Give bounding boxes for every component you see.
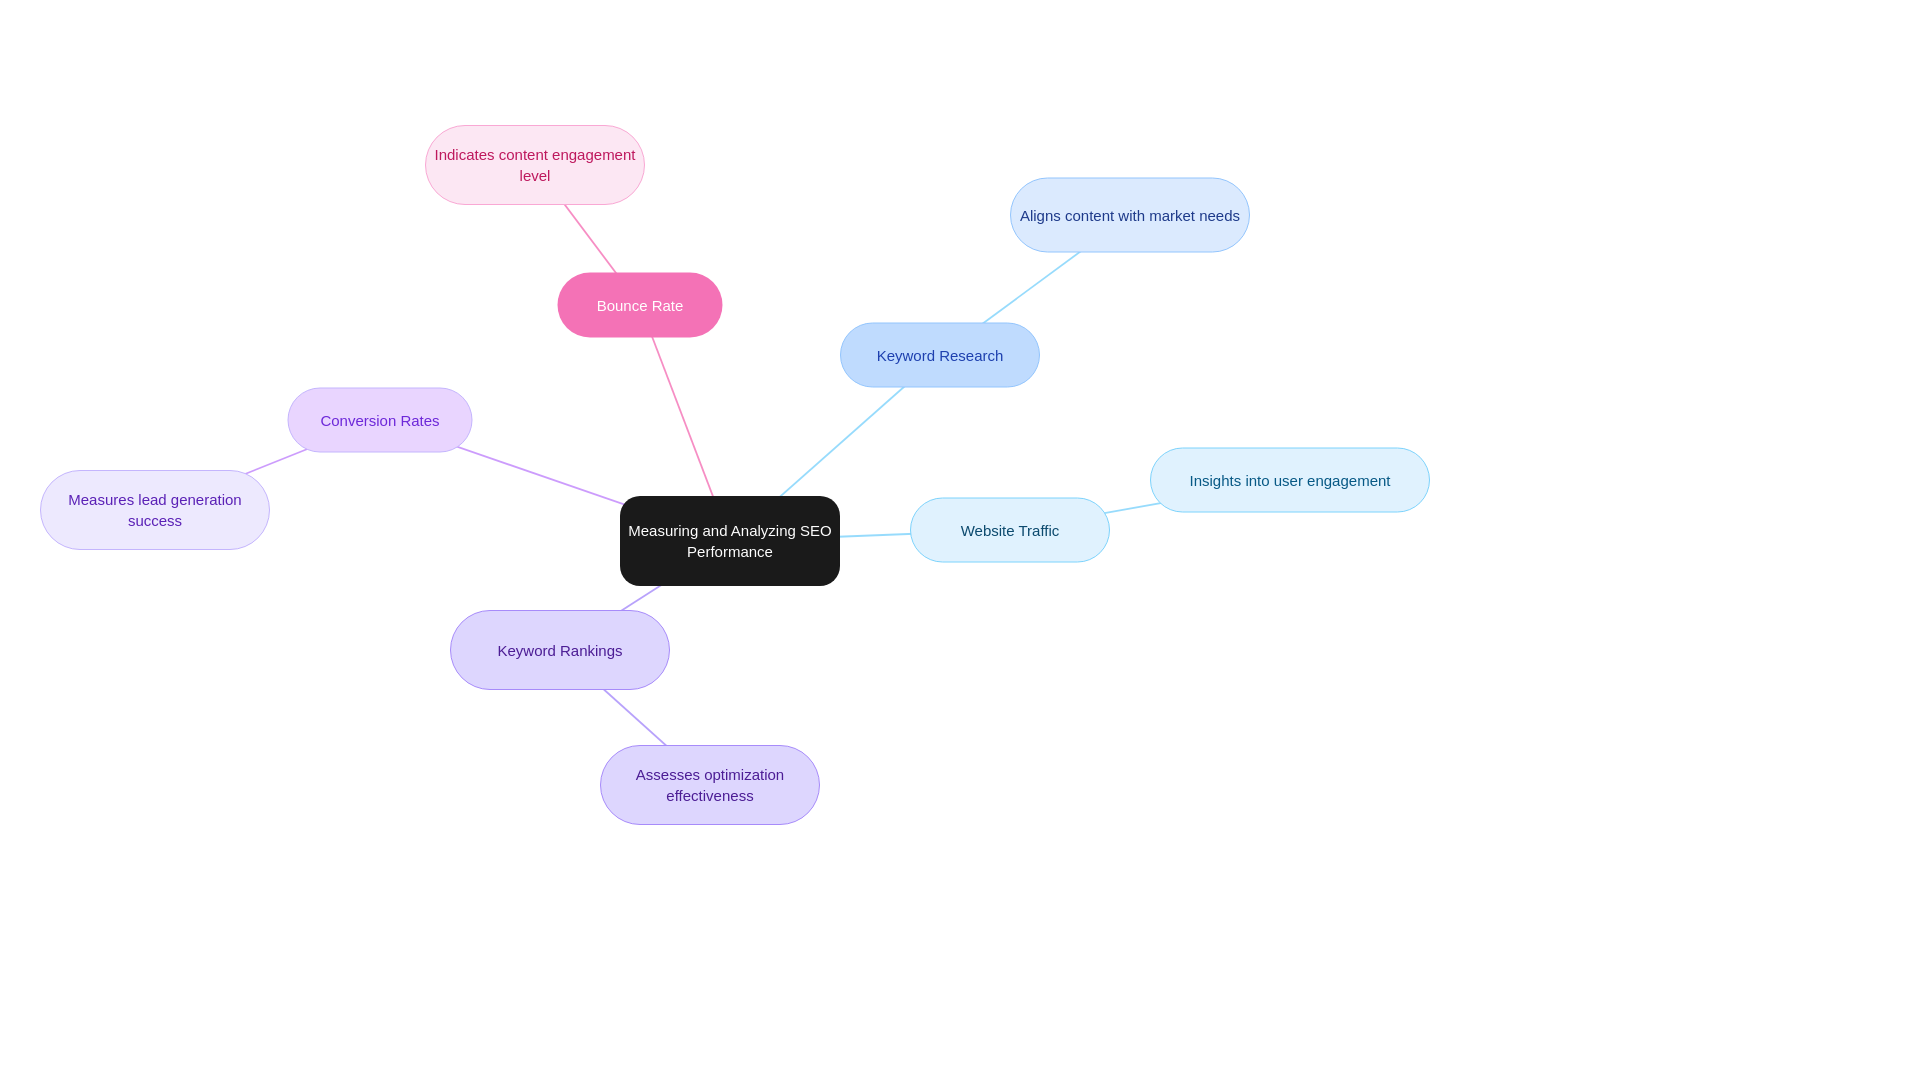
node-label-indicates-content: Indicates content engagement level (426, 144, 644, 186)
node-keyword-rankings[interactable]: Keyword Rankings (450, 610, 670, 690)
node-aligns-content[interactable]: Aligns content with market needs (1010, 178, 1250, 253)
node-label-insights-engagement: Insights into user engagement (1186, 470, 1395, 491)
node-label-bounce-rate: Bounce Rate (593, 295, 688, 316)
node-label-keyword-rankings: Keyword Rankings (493, 640, 626, 661)
node-bounce-rate[interactable]: Bounce Rate (558, 273, 723, 338)
node-label-measures-lead: Measures lead generation success (41, 489, 269, 531)
node-center[interactable]: Measuring and Analyzing SEO Performance (620, 496, 840, 586)
node-insights-engagement[interactable]: Insights into user engagement (1150, 448, 1430, 513)
node-website-traffic[interactable]: Website Traffic (910, 498, 1110, 563)
node-label-assesses-optimization: Assesses optimization effectiveness (601, 764, 819, 806)
mind-map-container: Measuring and Analyzing SEO Performance B… (0, 0, 1920, 1083)
node-label-aligns-content: Aligns content with market needs (1016, 205, 1244, 226)
node-indicates-content[interactable]: Indicates content engagement level (425, 125, 645, 205)
node-label-keyword-research: Keyword Research (873, 345, 1008, 366)
node-conversion-rates[interactable]: Conversion Rates (288, 388, 473, 453)
node-measures-lead[interactable]: Measures lead generation success (40, 470, 270, 550)
node-label-website-traffic: Website Traffic (957, 520, 1064, 541)
node-keyword-research[interactable]: Keyword Research (840, 323, 1040, 388)
node-label-conversion-rates: Conversion Rates (316, 410, 443, 431)
node-assesses-optimization[interactable]: Assesses optimization effectiveness (600, 745, 820, 825)
node-label-center: Measuring and Analyzing SEO Performance (620, 520, 840, 562)
